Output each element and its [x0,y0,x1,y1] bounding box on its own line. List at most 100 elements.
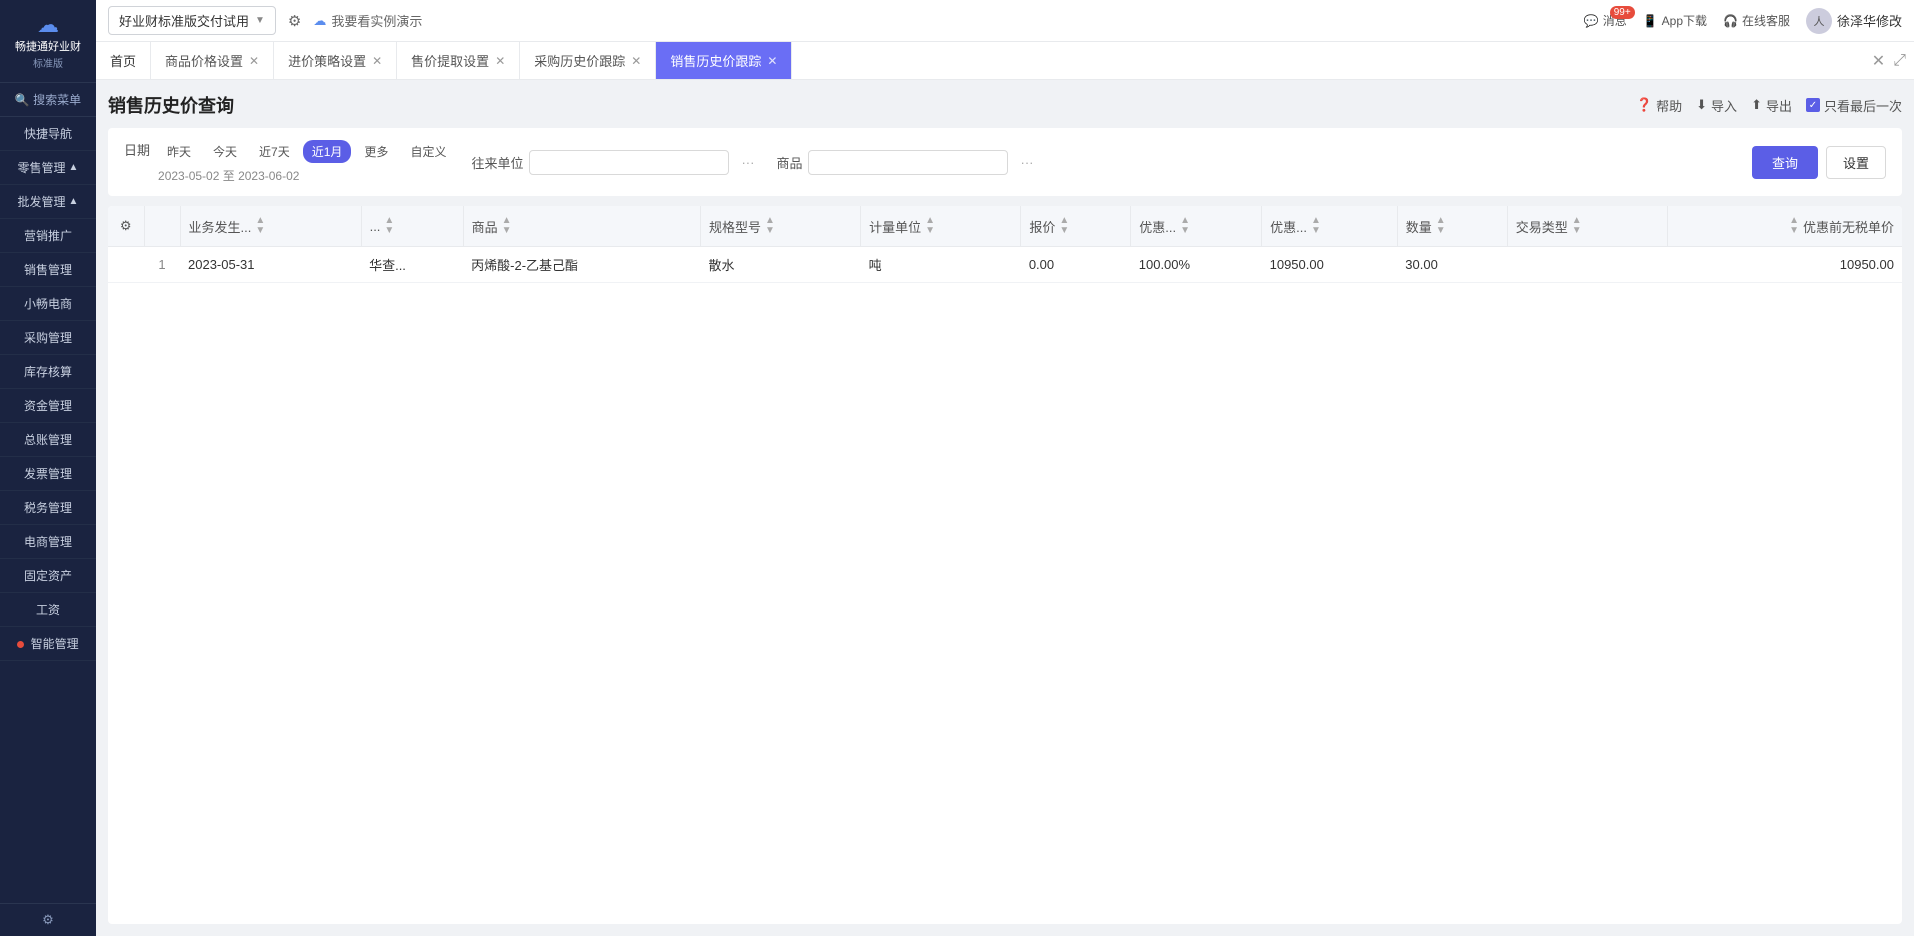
tab-end-actions: ✕ ⤢ [1872,51,1914,71]
product-label: 商品 [776,153,802,172]
supplier-input[interactable] [529,150,729,175]
marketing-label: 营销推广 [24,229,72,243]
cell-gear [108,247,144,283]
tab-close-price-extract[interactable]: ✕ [495,54,505,68]
sidebar-item-wholesale[interactable]: 批发管理 ▲ [0,185,96,219]
sort-icon: ▲▼ [502,216,512,236]
search-menu[interactable]: 🔍 搜索菜单 [0,83,96,117]
tab-close-purchase-history[interactable]: ✕ [631,54,641,68]
main-area: 好业财标准版交付试用 ▼ ⚙ ☁ 我要看实例演示 💬 消息 99+ 📱 App下… [96,0,1914,936]
sidebar-item-marketing[interactable]: 营销推广 [0,219,96,253]
user-menu[interactable]: 人 徐泽华修改 [1806,8,1902,34]
col-extra-label: ... [370,219,381,234]
col-extra[interactable]: ... ▲▼ [361,206,463,247]
only-last-toggle[interactable]: ✓ 只看最后一次 [1806,96,1902,115]
date-more-btn[interactable]: 更多 [355,140,397,163]
tab-close-product-price[interactable]: ✕ [249,54,259,68]
app-logo: ☁ 畅捷通好业财 标准版 [0,0,96,83]
col-discount2[interactable]: 优惠... ▲▼ [1262,206,1398,247]
tab-price-extract[interactable]: 售价提取设置 ✕ [397,42,520,80]
tab-purchase-strategy-label: 进价策略设置 [288,51,366,70]
inventory-label: 库存核算 [24,365,72,379]
logo-icon: ☁ [8,12,88,38]
tab-home[interactable]: 首页 [96,42,151,80]
date-last7-btn[interactable]: 近7天 [250,140,299,163]
app-download-btn[interactable]: 📱 App下载 [1643,12,1707,29]
sort-icon: ▲▼ [384,216,394,236]
sidebar-item-inventory[interactable]: 库存核算 [0,355,96,389]
sidebar-item-retail[interactable]: 零售管理 ▲ [0,151,96,185]
sidebar-item-finance[interactable]: 资金管理 [0,389,96,423]
sidebar-item-tax[interactable]: 税务管理 [0,491,96,525]
sidebar-item-purchase[interactable]: 采购管理 [0,321,96,355]
col-trade-type-label: 交易类型 [1516,217,1568,236]
sidebar-item-salary[interactable]: 工资 [0,593,96,627]
page-title: 销售历史价查询 [108,92,234,118]
demo-btn[interactable]: ☁ 我要看实例演示 [313,11,422,30]
close-tab-btn[interactable]: ✕ [1872,51,1885,71]
ecommerce-small-label: 小畅电商 [24,297,72,311]
help-btn[interactable]: ❓ 帮助 [1636,96,1682,115]
col-date[interactable]: 业务发生... ▲▼ [180,206,361,247]
tab-close-purchase-strategy[interactable]: ✕ [372,54,382,68]
date-filter-group: 日期 昨天 今天 近7天 近1月 更多 自定义 2023-05-02 至 202… [124,140,455,184]
col-trade-type[interactable]: 交易类型 ▲▼ [1507,206,1667,247]
tab-sales-history[interactable]: 销售历史价跟踪 ✕ [656,42,792,80]
tab-product-price[interactable]: 商品价格设置 ✕ [151,42,274,80]
app-edition: 标准版 [8,55,88,70]
product-input[interactable] [808,150,1008,175]
sort-icon: ▲▼ [1059,216,1069,236]
search-btn[interactable]: 查询 [1752,146,1818,179]
col-gear[interactable]: ⚙ [108,206,144,247]
col-qty[interactable]: 数量 ▲▼ [1397,206,1507,247]
supplier-more-btn[interactable]: ··· [735,153,760,172]
filter-action-btns: 查询 设置 [1752,146,1886,179]
col-product[interactable]: 商品 ▲▼ [463,206,700,247]
col-pretax-price[interactable]: ▲▼ 优惠前无税单价 [1667,206,1902,247]
col-spec[interactable]: 规格型号 ▲▼ [701,206,861,247]
col-unit[interactable]: 计量单位 ▲▼ [861,206,1021,247]
tab-sales-history-label: 销售历史价跟踪 [670,51,761,70]
sort-icon: ▲▼ [1436,216,1446,236]
date-yesterday-btn[interactable]: 昨天 [158,140,200,163]
topbar-settings-btn[interactable]: ⚙ [288,12,301,30]
table-header-row: ⚙ 业务发生... ▲▼ ... ▲▼ [108,206,1902,247]
online-service-btn[interactable]: 🎧 在线客服 [1723,12,1790,29]
expand-tab-btn[interactable]: ⤢ [1893,52,1906,70]
content-area: 销售历史价查询 ❓ 帮助 ⬇ 导入 ⬆ 导出 ✓ 只看最后一次 [96,80,1914,936]
tab-close-sales-history[interactable]: ✕ [767,54,777,68]
sidebar-item-fixed-assets[interactable]: 固定资产 [0,559,96,593]
col-unit-label: 计量单位 [869,217,921,236]
sidebar-item-quick-nav[interactable]: 快捷导航 [0,117,96,151]
settings-filter-btn[interactable]: 设置 [1826,146,1886,179]
sidebar-item-smart[interactable]: 智能管理 [0,627,96,661]
date-last1m-btn[interactable]: 近1月 [303,140,352,163]
col-discount1[interactable]: 优惠... ▲▼ [1131,206,1262,247]
sort-icon: ▲▼ [765,216,775,236]
sidebar-item-ledger[interactable]: 总账管理 [0,423,96,457]
tab-purchase-history[interactable]: 采购历史价跟踪 ✕ [520,42,656,80]
sidebar-item-ecommerce[interactable]: 电商管理 [0,525,96,559]
tab-bar: 首页 商品价格设置 ✕ 进价策略设置 ✕ 售价提取设置 ✕ 采购历史价跟踪 ✕ … [96,42,1914,80]
online-service-label: 在线客服 [1742,12,1790,29]
product-more-btn[interactable]: ··· [1014,153,1039,172]
date-today-btn[interactable]: 今天 [204,140,246,163]
col-price[interactable]: 报价 ▲▼ [1021,206,1131,247]
col-pretax-price-label: 优惠前无税单价 [1803,217,1894,236]
sidebar-item-invoice[interactable]: 发票管理 [0,457,96,491]
sidebar-settings[interactable]: ⚙ [0,903,96,936]
cloud-icon: ☁ [313,13,326,29]
workspace-selector[interactable]: 好业财标准版交付试用 ▼ [108,6,276,35]
sort-icon: ▲▼ [1789,216,1799,236]
import-btn[interactable]: ⬇ 导入 [1696,96,1737,115]
checkbox-checked-icon: ✓ [1806,98,1820,112]
sidebar-item-ecommerce-small[interactable]: 小畅电商 [0,287,96,321]
tab-purchase-strategy[interactable]: 进价策略设置 ✕ [274,42,397,80]
filter-row-1: 日期 昨天 今天 近7天 近1月 更多 自定义 2023-05-02 至 202… [124,140,1886,184]
help-icon: ❓ [1636,97,1652,113]
export-btn[interactable]: ⬆ 导出 [1751,96,1792,115]
date-custom-btn[interactable]: 自定义 [401,140,455,163]
demo-label: 我要看实例演示 [331,11,422,30]
sidebar-item-sales[interactable]: 销售管理 [0,253,96,287]
message-btn[interactable]: 💬 消息 99+ [1584,12,1627,29]
